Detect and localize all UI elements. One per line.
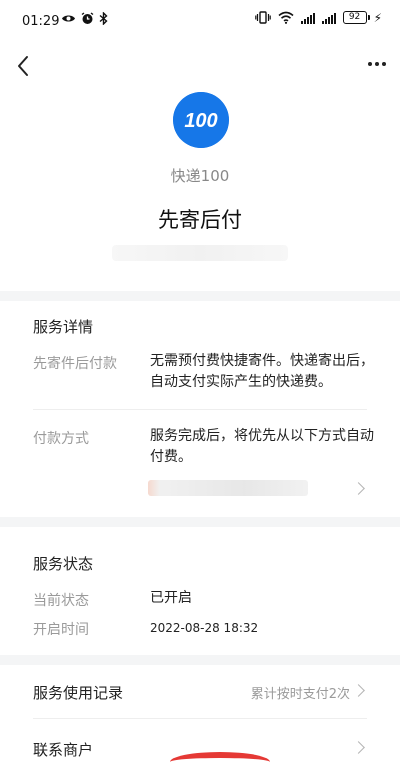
detail-label-payment-method: 付款方式 — [33, 431, 89, 447]
signal-strength-icon — [300, 12, 315, 24]
signal-strength-icon-2 — [321, 12, 336, 24]
row-divider — [33, 409, 367, 410]
service-status-title: 服务状态 — [33, 555, 94, 573]
service-details-title: 服务详情 — [33, 318, 94, 336]
usage-history-detail: 累计按时支付2次 — [250, 687, 350, 702]
brand-name: 快递100 — [170, 167, 230, 185]
section-divider — [0, 655, 400, 665]
status-left-icons — [61, 12, 108, 25]
battery-indicator: 92 — [342, 11, 370, 24]
chevron-right-icon — [352, 741, 365, 754]
page-title: 先寄后付 — [158, 208, 242, 232]
status-bar: 01:29 92 ⚡ — [0, 0, 400, 44]
status-right-icons: 92 ⚡ — [254, 10, 382, 25]
detail-value-payment-method: 服务完成后，将优先从以下方式自动付费。 — [150, 428, 374, 465]
charging-icon: ⚡ — [373, 10, 382, 25]
alarm-icon — [81, 12, 94, 24]
status-label-current: 当前状态 — [33, 593, 89, 609]
more-options-icon[interactable] — [368, 62, 386, 66]
status-time: 01:29 — [22, 14, 60, 29]
brand-logo-text: 100 — [184, 110, 217, 132]
contact-merchant-label: 联系商户 — [33, 741, 94, 759]
chevron-right-icon[interactable] — [352, 482, 365, 495]
back-arrow-icon[interactable] — [12, 52, 34, 80]
eye-icon — [62, 15, 75, 22]
bluetooth-icon — [99, 12, 108, 25]
redacted-payment-card — [148, 480, 308, 496]
section-divider — [0, 291, 400, 301]
red-annotation-scribble — [170, 752, 270, 767]
usage-history-label: 服务使用记录 — [33, 684, 124, 702]
vibrate-icon — [254, 11, 271, 24]
status-value-start-time: 2022-08-28 18:32 — [150, 621, 259, 635]
wifi-icon — [278, 11, 294, 24]
row-divider — [33, 718, 367, 719]
chevron-right-icon — [352, 684, 365, 697]
redacted-subtitle — [112, 245, 288, 261]
brand-logo: 100 — [173, 92, 229, 148]
section-divider — [0, 517, 400, 527]
detail-value-prepay: 无需预付费快捷寄件。快递寄出后，自动支付实际产生的快递费。 — [150, 353, 374, 390]
status-value-current: 已开启 — [150, 590, 192, 606]
status-label-start-time: 开启时间 — [33, 622, 89, 638]
detail-label-prepay: 先寄件后付款 — [33, 356, 117, 372]
